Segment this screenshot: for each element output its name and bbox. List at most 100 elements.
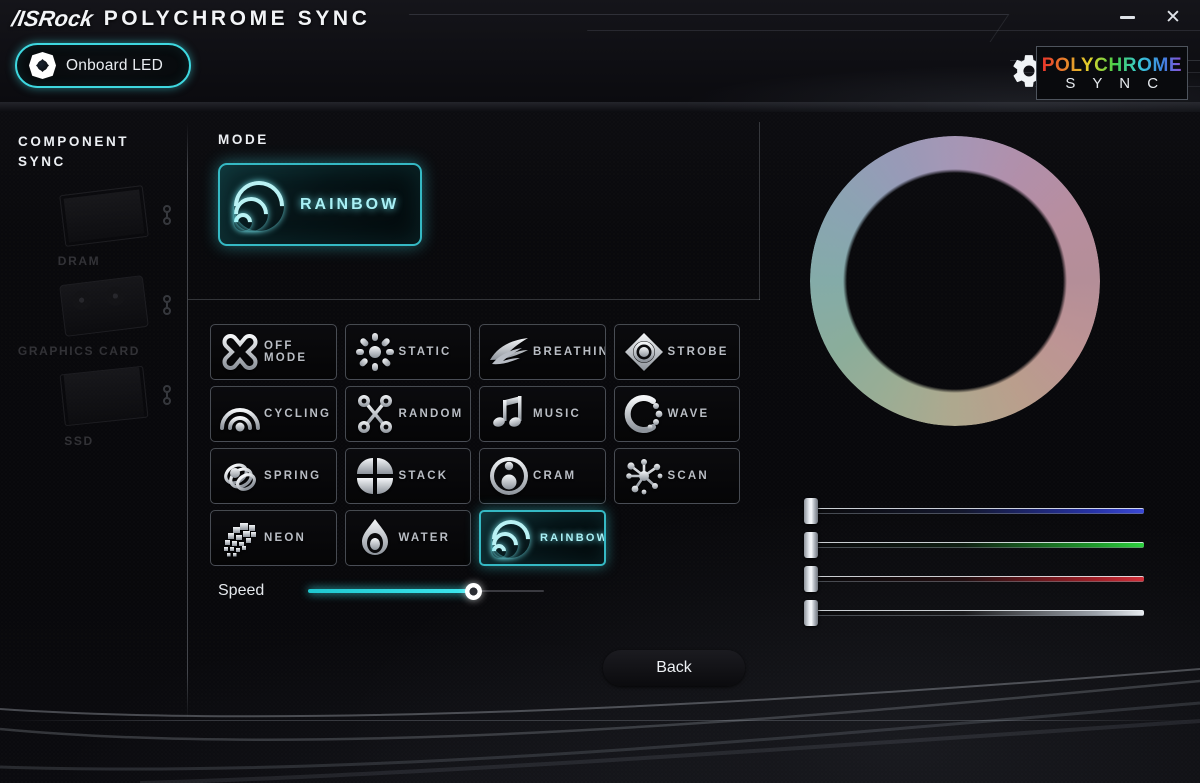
selected-mode-banner: RAINBOW [218,163,422,246]
random-icon [353,392,397,436]
mode-panel: MODE RAINBOW OFF MODE STATIC BREATHING S… [188,122,760,720]
sidebar-title-line-2: SYNC [18,153,66,169]
mode-cell-off-mode[interactable]: OFF MODE [210,324,337,380]
mode-divider [188,299,760,300]
mode-cell-spring[interactable]: SPRING [210,448,337,504]
mode-cell-breathing[interactable]: BREATHING [479,324,606,380]
red-slider-handle[interactable] [804,566,818,592]
rainbow-icon [484,512,538,564]
strobe-icon [622,330,666,374]
sidebar-item-ssd[interactable]: SSD [0,364,188,460]
sidebar-item-graphics-card-label: Graphics Card [17,344,141,358]
mode-section-label: MODE [218,132,269,147]
red-slider[interactable] [804,562,1144,596]
sidebar-item-dram[interactable]: DRAM [0,184,188,280]
logo-polychrome-text: POLYCHROME [1041,54,1183,76]
mode-cell-stack-label: STACK [398,470,449,482]
mode-cell-neon[interactable]: NEON [210,510,337,566]
titlebar-base-strip [0,102,1200,112]
polychrome-sync-logo: POLYCHROME S Y N C [1036,46,1188,100]
component-sync-sidebar: COMPONENT SYNC DRAM Graphics Card SSD [0,122,188,720]
mode-cell-strobe[interactable]: STROBE [613,324,740,380]
content-base-divider [0,720,1200,721]
neon-icon [218,516,262,560]
green-slider-track [816,542,1144,548]
mode-cell-random-label: RANDOM [398,408,464,420]
wave-icon [622,392,666,436]
mode-cell-breathing-label: BREATHING [533,346,605,358]
white-slider[interactable] [804,596,1144,630]
mode-cell-wave-label: WAVE [667,408,710,420]
minimize-button[interactable] [1114,4,1140,30]
mode-cell-off-mode-label: OFF MODE [264,340,308,364]
mode-cell-rainbow[interactable]: RAINBOW [479,510,606,566]
off-mode-icon [218,330,262,374]
speed-slider-knob[interactable] [465,583,483,600]
mode-cell-random[interactable]: RANDOM [344,386,471,442]
speed-label: Speed [218,582,265,599]
mode-cell-stack[interactable]: STACK [344,448,471,504]
color-wheel[interactable] [810,136,1100,426]
back-button[interactable]: Back [603,650,745,686]
rainbow-icon [223,170,296,241]
spring-icon [218,454,262,498]
static-icon [353,330,397,374]
scan-icon [622,454,666,498]
green-slider-handle[interactable] [804,532,818,558]
titlebar-line-1 [390,14,1010,42]
tab-onboard-led[interactable]: Onboard LED [15,43,191,88]
mode-cell-static-label: STATIC [398,346,452,358]
mode-cell-static[interactable]: STATIC [344,324,471,380]
mode-cell-scan[interactable]: SCAN [613,448,740,504]
sidebar-item-ssd-label: SSD [64,434,94,448]
mode-cell-cram-label: CRAM [533,470,577,482]
mode-cell-cram[interactable]: CRAM [479,448,606,504]
mode-cell-spring-label: SPRING [264,470,322,482]
speed-slider[interactable] [308,583,544,600]
link-chain-icon [163,294,171,316]
close-button[interactable]: ✕ [1160,4,1186,30]
speed-slider-fill [308,589,474,593]
mode-cell-music[interactable]: MUSIC [479,386,606,442]
white-slider-handle[interactable] [804,600,818,626]
blue-slider-handle[interactable] [804,498,818,524]
red-slider-track [816,576,1144,582]
mode-cell-neon-label: NEON [264,532,307,544]
mode-cell-strobe-label: STROBE [667,346,729,358]
water-icon [353,516,397,560]
minimize-icon [1119,15,1135,19]
polychrome-sync-window: /ISRock POLYCHROME SYNC Onboard LED ✕ PO… [0,0,1200,783]
window-controls: ✕ [1114,4,1186,30]
stack-icon [353,454,397,498]
gpu-icon [59,275,149,337]
dram-icon [59,185,149,247]
app-brand: /ISRock POLYCHROME SYNC [10,6,371,32]
cram-icon [487,454,531,498]
tab-onboard-led-label: Onboard LED [66,56,163,74]
mode-cell-scan-label: SCAN [667,470,709,482]
title-bar: /ISRock POLYCHROME SYNC Onboard LED ✕ PO… [0,0,1200,112]
blue-slider[interactable] [804,494,1144,528]
breathing-icon [487,330,531,374]
page-title: POLYCHROME SYNC [103,7,371,30]
ssd-icon [59,365,149,427]
selected-mode-banner-label: RAINBOW [300,195,400,213]
rgb-sliders [804,494,1144,630]
mode-grid: OFF MODE STATIC BREATHING STROBE CYCLING [210,324,740,566]
sidebar-title-line-1: COMPONENT [18,134,130,149]
link-chain-icon [163,204,171,226]
mode-cell-cycling[interactable]: CYCLING [210,386,337,442]
color-panel [780,122,1200,720]
link-chain-icon [163,384,171,406]
mode-cell-wave[interactable]: WAVE [613,386,740,442]
green-slider[interactable] [804,528,1144,562]
white-slider-track [816,610,1144,616]
sidebar-title: COMPONENT SYNC [0,122,188,171]
mode-cell-water[interactable]: WATER [344,510,471,566]
mode-cell-water-label: WATER [398,532,451,544]
mode-cell-rainbow-label: RAINBOW [540,532,606,544]
blue-slider-track [816,508,1144,514]
logo-sync-text: S Y N C [1065,74,1165,92]
music-icon [487,392,531,436]
sidebar-item-graphics-card[interactable]: Graphics Card [0,274,188,370]
